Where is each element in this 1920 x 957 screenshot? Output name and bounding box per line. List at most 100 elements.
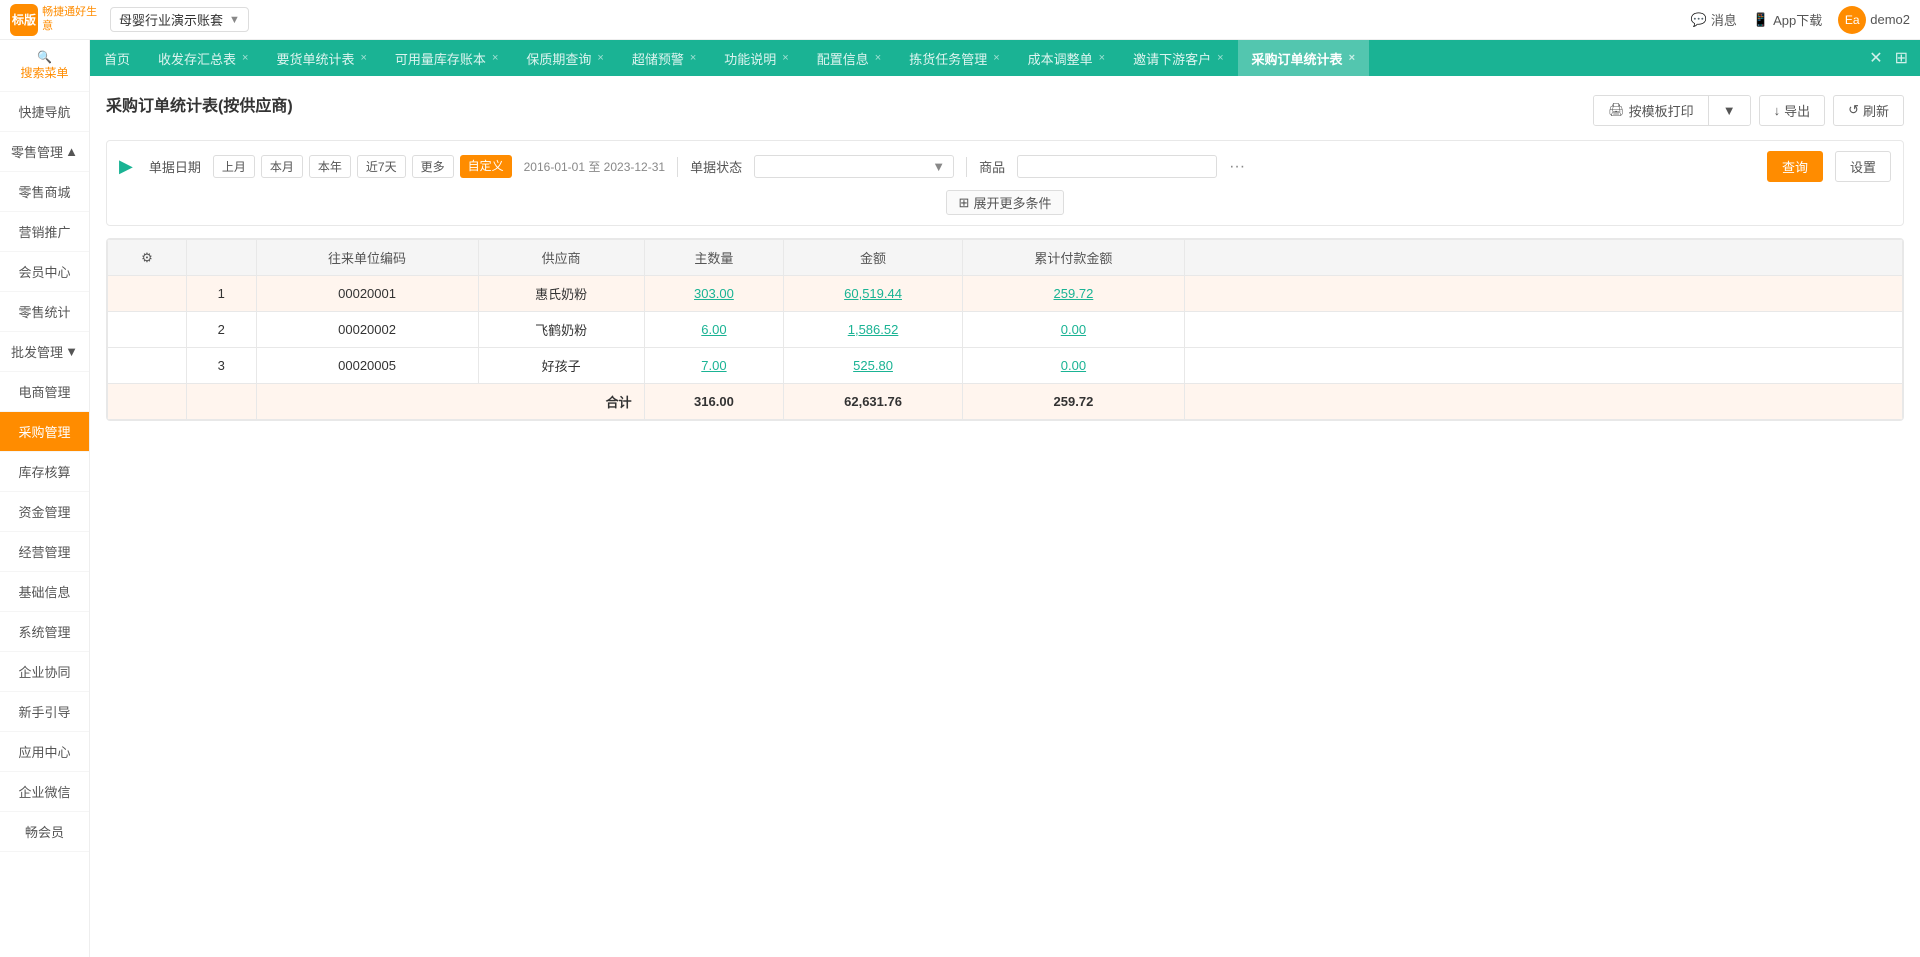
workspace-dropdown-icon: ▼ <box>229 14 240 26</box>
refresh-icon: ↺ <box>1848 102 1859 118</box>
export-button[interactable]: ↓ 导出 <box>1759 95 1826 126</box>
sidebar-item-inventory[interactable]: 库存核算 <box>0 452 89 492</box>
sidebar-item-marketing[interactable]: 营销推广 <box>0 212 89 252</box>
sidebar-item-retail-mgmt[interactable]: 零售管理 ▲ <box>0 132 89 172</box>
tab-available-inventory[interactable]: 可用量库存账本 × <box>381 40 512 76</box>
sidebar-item-app-center[interactable]: 应用中心 <box>0 732 89 772</box>
download-icon: 📱 <box>1753 12 1769 28</box>
message-button[interactable]: 💬 消息 <box>1691 10 1737 29</box>
tab-picking[interactable]: 拣货任务管理 × <box>895 40 1013 76</box>
filter-separator-1 <box>677 157 678 177</box>
row3-amount[interactable]: 525.80 <box>784 348 963 384</box>
avatar-text: Ea <box>1845 13 1860 27</box>
status-select[interactable]: ▼ <box>754 155 954 178</box>
sidebar-item-quick-nav[interactable]: 快捷导航 <box>0 92 89 132</box>
print-icon: 🖨 <box>1608 102 1625 118</box>
workspace-selector[interactable]: 母婴行业演示账套 ▼ <box>110 7 249 32</box>
filter-toggle[interactable]: ▶ <box>119 156 133 177</box>
tab-close-picking[interactable]: × <box>993 52 999 64</box>
logo-icon: 标版 <box>10 4 38 36</box>
sidebar-item-basic-info[interactable]: 基础信息 <box>0 572 89 612</box>
tab-requisition[interactable]: 要货单统计表 × <box>262 40 380 76</box>
date-btn-last-month[interactable]: 上月 <box>213 155 255 178</box>
footer-label: 合计 <box>256 384 644 420</box>
row2-paid[interactable]: 0.00 <box>962 312 1184 348</box>
row3-supplier: 好孩子 <box>478 348 644 384</box>
date-btn-this-year[interactable]: 本年 <box>309 155 351 178</box>
tab-close-all[interactable]: ✕ <box>1865 46 1886 70</box>
sidebar-item-purchase[interactable]: 采购管理 <box>0 412 89 452</box>
row1-quantity[interactable]: 303.00 <box>644 276 784 312</box>
sidebar: 🔍 搜索菜单 快捷导航 零售管理 ▲ 零售商城 营销推广 会员中心 零售统计 <box>0 40 90 957</box>
date-btn-this-month[interactable]: 本月 <box>261 155 303 178</box>
custom-date-badge[interactable]: 自定义 <box>460 155 512 178</box>
row1-amount[interactable]: 60,519.44 <box>784 276 963 312</box>
tab-purchase-order-stats[interactable]: 采购订单统计表 × <box>1238 40 1369 76</box>
row2-quantity[interactable]: 6.00 <box>644 312 784 348</box>
user-menu[interactable]: Ea demo2 <box>1838 6 1910 34</box>
row3-quantity[interactable]: 7.00 <box>644 348 784 384</box>
sidebar-item-vip[interactable]: 畅会员 <box>0 812 89 852</box>
sidebar-item-member[interactable]: 会员中心 <box>0 252 89 292</box>
tab-invite[interactable]: 邀请下游客户 × <box>1119 40 1237 76</box>
sidebar-item-guide[interactable]: 新手引导 <box>0 692 89 732</box>
tab-close-requisition[interactable]: × <box>360 52 366 64</box>
col-index <box>187 240 256 276</box>
row2-amount[interactable]: 1,586.52 <box>784 312 963 348</box>
row2-index: 2 <box>187 312 256 348</box>
expand-more-btn[interactable]: ⊞ 展开更多条件 <box>946 190 1065 215</box>
goods-input[interactable] <box>1017 155 1217 178</box>
query-button[interactable]: 查询 <box>1767 151 1823 182</box>
tab-close-overstock[interactable]: × <box>690 52 696 64</box>
print-button[interactable]: 🖨 按模板打印 <box>1594 96 1709 125</box>
more-filter-icon[interactable]: ··· <box>1229 158 1245 176</box>
tab-expand[interactable]: ⊞ <box>1891 46 1912 70</box>
sidebar-item-system[interactable]: 系统管理 <box>0 612 89 652</box>
sidebar-item-retail-shop[interactable]: 零售商城 <box>0 172 89 212</box>
tab-collect-send[interactable]: 收发存汇总表 × <box>144 40 262 76</box>
tab-close-function[interactable]: × <box>782 52 788 64</box>
col-quantity: 主数量 <box>644 240 784 276</box>
row2-vendor-code: 00020002 <box>256 312 478 348</box>
tab-close-available-inventory[interactable]: × <box>492 52 498 64</box>
row1-paid[interactable]: 259.72 <box>962 276 1184 312</box>
goods-filter-label: 商品 <box>979 157 1005 176</box>
tab-close-config[interactable]: × <box>875 52 881 64</box>
tab-config[interactable]: 配置信息 × <box>803 40 895 76</box>
tab-function[interactable]: 功能说明 × <box>710 40 802 76</box>
print-dropdown[interactable]: ▼ <box>1709 96 1750 125</box>
expand-icon: ⊞ <box>959 195 970 211</box>
date-btn-7days[interactable]: 近7天 <box>357 155 406 178</box>
row3-paid[interactable]: 0.00 <box>962 348 1184 384</box>
table-footer-row: 合计 316.00 62,631.76 259.72 <box>108 384 1903 420</box>
row2-supplier: 飞鹤奶粉 <box>478 312 644 348</box>
sidebar-item-enterprise[interactable]: 企业协同 <box>0 652 89 692</box>
sidebar-item-retail-stats[interactable]: 零售统计 <box>0 292 89 332</box>
sidebar-item-wholesale[interactable]: 批发管理 ▼ <box>0 332 89 372</box>
tab-close-cost-adjust[interactable]: × <box>1099 52 1105 64</box>
tab-cost-adjust[interactable]: 成本调整单 × <box>1014 40 1119 76</box>
settings-button[interactable]: 设置 <box>1835 151 1891 182</box>
tab-home[interactable]: 首页 <box>90 40 144 76</box>
row3-vendor-code: 00020005 <box>256 348 478 384</box>
col-settings[interactable]: ⚙ <box>108 240 187 276</box>
logo-area: 标版 畅捷通好生意 <box>10 4 100 36</box>
tab-close-warranty[interactable]: × <box>597 52 603 64</box>
sidebar-item-finance[interactable]: 资金管理 <box>0 492 89 532</box>
tab-close-invite[interactable]: × <box>1217 52 1223 64</box>
sidebar-item-operations[interactable]: 经营管理 <box>0 532 89 572</box>
tab-overstock[interactable]: 超储预警 × <box>618 40 710 76</box>
tab-close-purchase-order-stats[interactable]: × <box>1349 52 1355 64</box>
sidebar-item-ecommerce[interactable]: 电商管理 <box>0 372 89 412</box>
data-table: ⚙ 往来单位编码 供应商 主数量 金额 累计付款金额 <box>107 239 1903 420</box>
user-avatar: Ea <box>1838 6 1866 34</box>
tab-close-collect-send[interactable]: × <box>242 52 248 64</box>
refresh-button[interactable]: ↺ 刷新 <box>1833 95 1904 126</box>
app-download-button[interactable]: 📱 App下载 <box>1753 10 1822 29</box>
sidebar-item-wechat[interactable]: 企业微信 <box>0 772 89 812</box>
col-vendor-code: 往来单位编码 <box>256 240 478 276</box>
sidebar-item-search[interactable]: 🔍 搜索菜单 <box>0 40 89 92</box>
footer-quantity: 316.00 <box>644 384 784 420</box>
date-btn-more[interactable]: 更多 <box>412 155 454 178</box>
tab-warranty[interactable]: 保质期查询 × <box>512 40 617 76</box>
